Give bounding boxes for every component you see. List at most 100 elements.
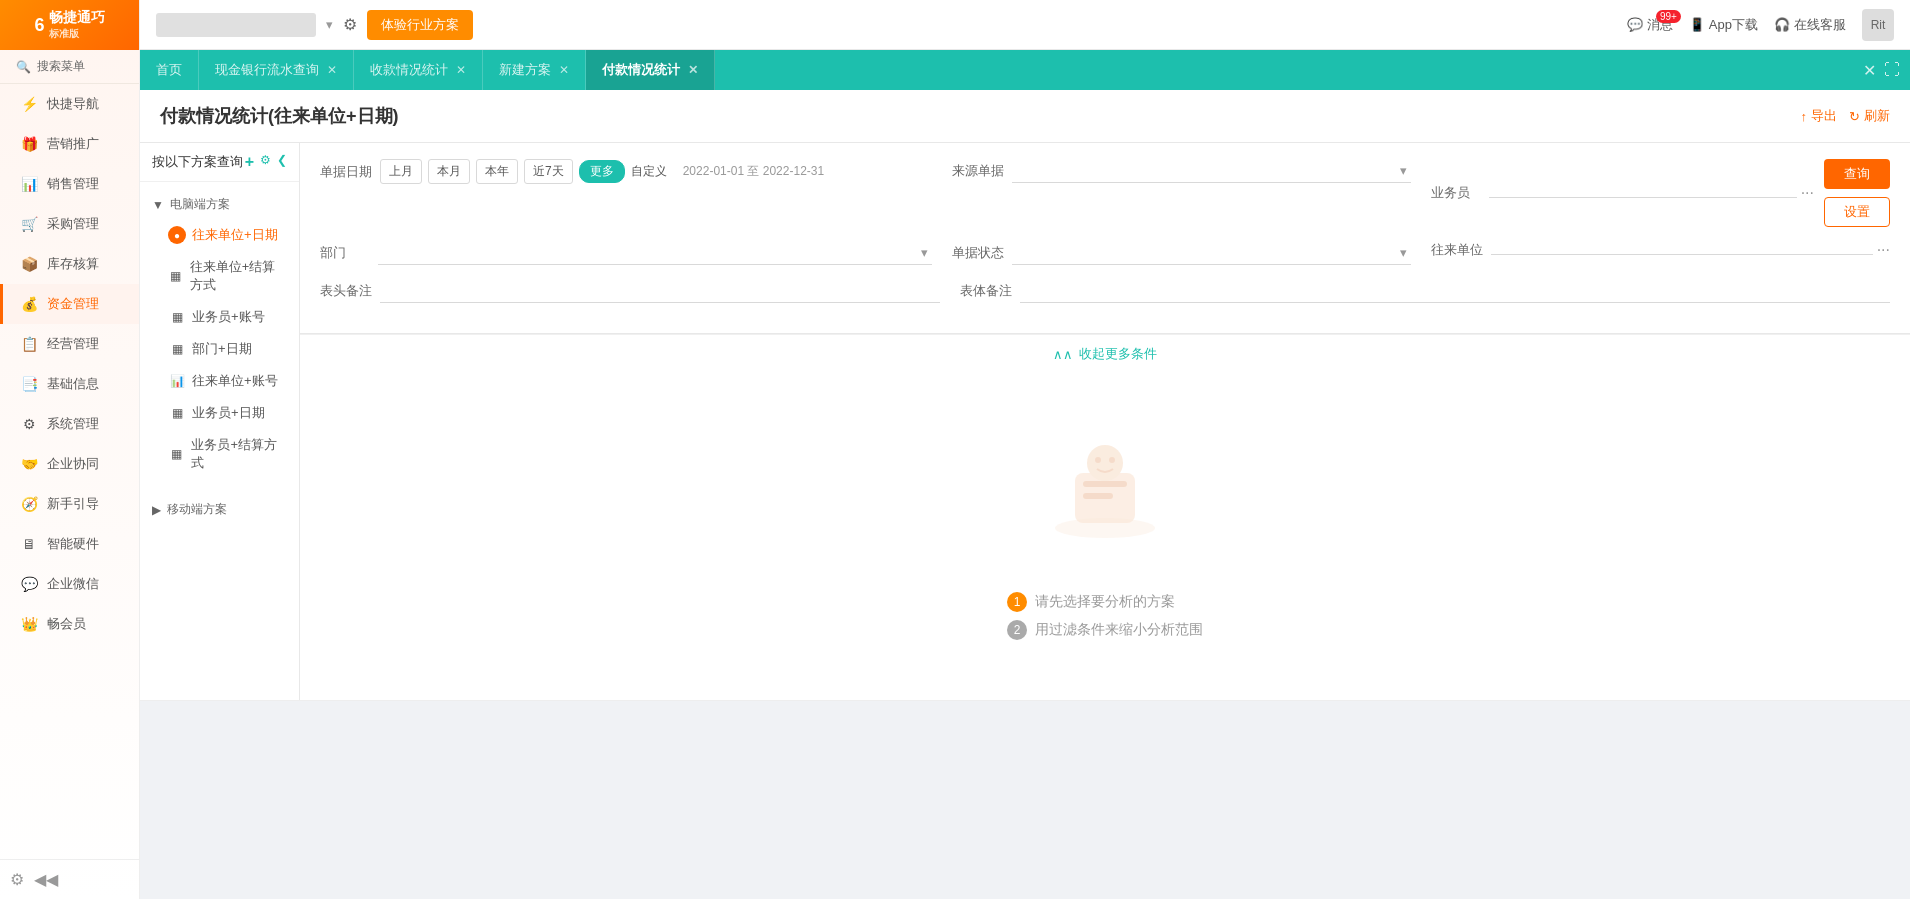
scheme-settings-icon[interactable]: ⚙ bbox=[260, 153, 271, 171]
section-arrow-right: ▶ bbox=[152, 503, 161, 517]
scheme-item-partner-date[interactable]: ● 往来单位+日期 bbox=[140, 219, 299, 251]
export-btn[interactable]: ↑ 导出 bbox=[1801, 107, 1838, 125]
partner-select[interactable] bbox=[1491, 246, 1873, 255]
scheme-item-label: 部门+日期 bbox=[192, 340, 252, 358]
search-icon: 🔍 bbox=[16, 60, 31, 74]
app-download-icon: 📱 bbox=[1689, 17, 1705, 32]
dept-chevron-icon: ▾ bbox=[921, 245, 928, 260]
tab-home[interactable]: 首页 bbox=[140, 50, 199, 90]
sidebar-item-business[interactable]: 📋 经营管理 bbox=[0, 324, 139, 364]
scheme-section-desktop-title[interactable]: ▼ 电脑端方案 bbox=[140, 190, 299, 219]
refresh-btn[interactable]: ↻ 刷新 bbox=[1849, 107, 1890, 125]
scheme-panel: 按以下方案查询 + ⚙ ❮ ▼ 电脑端方案 ● 往来单位+日期 bbox=[140, 143, 300, 700]
date-btn-7days[interactable]: 近7天 bbox=[524, 159, 573, 184]
topbar: ▾ ⚙ 体验行业方案 💬 消息 99+ 📱 App下载 🎧 在线客服 Rit bbox=[140, 0, 1910, 50]
tab-receivables[interactable]: 收款情况统计 ✕ bbox=[354, 50, 483, 90]
message-btn[interactable]: 💬 消息 99+ bbox=[1627, 16, 1673, 34]
topbar-dropdown-icon[interactable]: ▾ bbox=[326, 17, 333, 32]
member-icon: 👑 bbox=[19, 614, 39, 634]
filter-field-body-note: 表体备注 bbox=[960, 279, 1890, 303]
sidebar-item-label: 畅会员 bbox=[47, 615, 86, 633]
sidebar: 6 畅捷通巧 标准版 🔍 搜索菜单 ⚡ 快捷导航 🎁 营销推广 📊 销售管理 🛒… bbox=[0, 0, 140, 899]
sidebar-item-member[interactable]: 👑 畅会员 bbox=[0, 604, 139, 644]
collab-icon: 🤝 bbox=[19, 454, 39, 474]
topbar-logo-placeholder bbox=[156, 13, 316, 37]
sidebar-item-hardware[interactable]: 🖥 智能硬件 bbox=[0, 524, 139, 564]
inventory-icon: 📦 bbox=[19, 254, 39, 274]
scheme-item-staff-settle[interactable]: ▦ 业务员+结算方式 bbox=[140, 429, 299, 479]
tab-cashflow[interactable]: 现金银行流水查询 ✕ bbox=[199, 50, 354, 90]
scheme-add-icon[interactable]: + bbox=[245, 153, 254, 171]
svg-point-4 bbox=[1087, 445, 1123, 481]
source-select[interactable]: ▾ bbox=[1012, 159, 1411, 183]
tab-receivables-close[interactable]: ✕ bbox=[456, 63, 466, 77]
scheme-collapse-icon[interactable]: ❮ bbox=[277, 153, 287, 171]
query-btn[interactable]: 查询 bbox=[1824, 159, 1890, 189]
settings-bottom-icon[interactable]: ⚙ bbox=[10, 870, 24, 889]
sidebar-search-label: 搜索菜单 bbox=[37, 58, 85, 75]
scheme-item-staff-date[interactable]: ▦ 业务员+日期 bbox=[140, 397, 299, 429]
collapse-bar[interactable]: ∧∧ 收起更多条件 bbox=[300, 334, 1910, 373]
avatar[interactable]: Rit bbox=[1862, 9, 1894, 41]
service-btn[interactable]: 🎧 在线客服 bbox=[1774, 16, 1846, 34]
topbar-gear-icon[interactable]: ⚙ bbox=[343, 15, 357, 34]
partner-label: 往来单位 bbox=[1431, 241, 1483, 259]
source-chevron-icon: ▾ bbox=[1400, 163, 1407, 178]
collapse-sidebar-icon[interactable]: ◀◀ bbox=[34, 870, 58, 889]
settings-btn[interactable]: 设置 bbox=[1824, 197, 1890, 227]
sidebar-item-finance[interactable]: 💰 资金管理 bbox=[0, 284, 139, 324]
sales-icon: 📊 bbox=[19, 174, 39, 194]
sidebar-item-basic[interactable]: 📑 基础信息 bbox=[0, 364, 139, 404]
tab-new-scheme[interactable]: 新建方案 ✕ bbox=[483, 50, 586, 90]
sidebar-item-guide[interactable]: 🧭 新手引导 bbox=[0, 484, 139, 524]
scheme-item-partner-account[interactable]: 📊 往来单位+账号 bbox=[140, 365, 299, 397]
scheme-header-icons: + ⚙ ❮ bbox=[245, 153, 287, 171]
sidebar-item-wechat[interactable]: 💬 企业微信 bbox=[0, 564, 139, 604]
tab-payment-close[interactable]: ✕ bbox=[688, 63, 698, 77]
date-btn-more[interactable]: 更多 bbox=[579, 160, 625, 183]
body-note-input[interactable] bbox=[1020, 279, 1890, 303]
filter-row-3: 表头备注 表体备注 bbox=[320, 279, 1890, 303]
header-note-input[interactable] bbox=[380, 279, 940, 303]
close-all-tabs-icon[interactable]: ✕ bbox=[1863, 61, 1876, 80]
app-download-btn[interactable]: 📱 App下载 bbox=[1689, 16, 1758, 34]
dept-select[interactable]: ▾ bbox=[378, 241, 932, 265]
scheme-grid-icon: ▦ bbox=[168, 445, 185, 463]
scheme-item-staff-account[interactable]: ▦ 业务员+账号 bbox=[140, 301, 299, 333]
trial-btn[interactable]: 体验行业方案 bbox=[367, 10, 473, 40]
staff-more-icon[interactable]: ··· bbox=[1801, 184, 1814, 202]
sidebar-item-label: 资金管理 bbox=[47, 295, 99, 313]
sidebar-item-label: 智能硬件 bbox=[47, 535, 99, 553]
date-label: 单据日期 bbox=[320, 163, 372, 181]
refresh-label: 刷新 bbox=[1864, 107, 1890, 125]
tab-payment[interactable]: 付款情况统计 ✕ bbox=[586, 50, 715, 90]
date-btn-this-year[interactable]: 本年 bbox=[476, 159, 518, 184]
date-btn-last-month[interactable]: 上月 bbox=[380, 159, 422, 184]
scheme-item-dept-date[interactable]: ▦ 部门+日期 bbox=[140, 333, 299, 365]
date-btn-this-month[interactable]: 本月 bbox=[428, 159, 470, 184]
scheme-item-partner-settle[interactable]: ▦ 往来单位+结算方式 bbox=[140, 251, 299, 301]
section-title-label: 移动端方案 bbox=[167, 501, 227, 518]
body-note-label: 表体备注 bbox=[960, 282, 1012, 300]
tab-new-scheme-close[interactable]: ✕ bbox=[559, 63, 569, 77]
date-custom-label[interactable]: 自定义 bbox=[631, 163, 667, 180]
scheme-section-mobile-title[interactable]: ▶ 移动端方案 bbox=[140, 495, 299, 524]
sidebar-item-system[interactable]: ⚙ 系统管理 bbox=[0, 404, 139, 444]
sidebar-item-label: 经营管理 bbox=[47, 335, 99, 353]
doc-status-select[interactable]: ▾ bbox=[1012, 241, 1411, 265]
refresh-icon: ↻ bbox=[1849, 109, 1860, 124]
expand-icon[interactable]: ⛶ bbox=[1884, 61, 1900, 79]
sidebar-item-inventory[interactable]: 📦 库存核算 bbox=[0, 244, 139, 284]
sidebar-item-collab[interactable]: 🤝 企业协同 bbox=[0, 444, 139, 484]
sidebar-bottom: ⚙ ◀◀ bbox=[0, 859, 139, 899]
doc-status-chevron-icon: ▾ bbox=[1400, 245, 1407, 260]
empty-tip-1: 1 请先选择要分析的方案 bbox=[1007, 592, 1203, 612]
sidebar-item-marketing[interactable]: 🎁 营销推广 bbox=[0, 124, 139, 164]
sidebar-item-purchase[interactable]: 🛒 采购管理 bbox=[0, 204, 139, 244]
partner-more-icon[interactable]: ··· bbox=[1877, 241, 1890, 259]
sidebar-search[interactable]: 🔍 搜索菜单 bbox=[0, 50, 139, 84]
sidebar-item-quick-nav[interactable]: ⚡ 快捷导航 bbox=[0, 84, 139, 124]
sidebar-item-sales[interactable]: 📊 销售管理 bbox=[0, 164, 139, 204]
staff-select[interactable] bbox=[1489, 189, 1797, 198]
tab-cashflow-close[interactable]: ✕ bbox=[327, 63, 337, 77]
